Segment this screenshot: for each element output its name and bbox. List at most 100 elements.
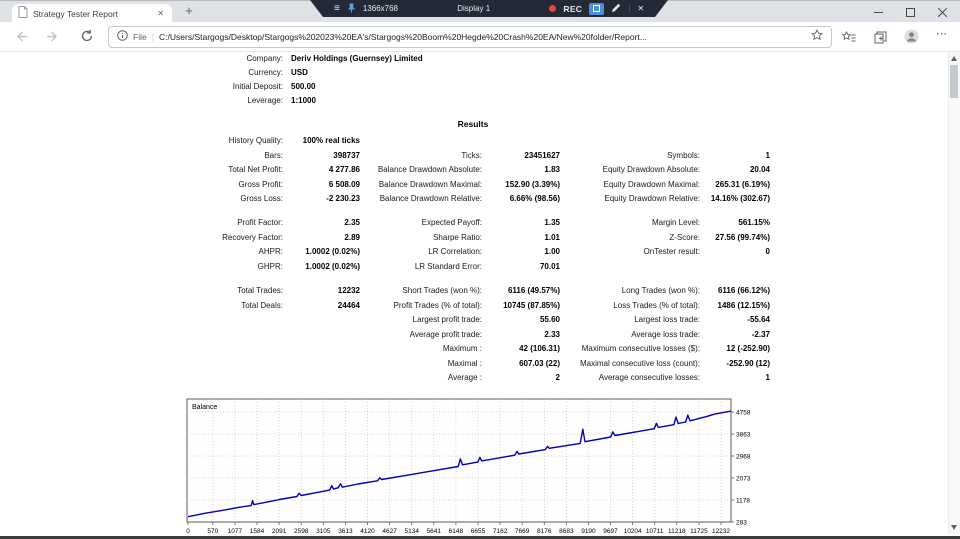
stat-value: 100% real ticks <box>302 136 360 145</box>
bookmark-star-icon[interactable] <box>811 28 823 46</box>
stat-label: LR Standard Error: <box>414 261 482 271</box>
svg-text:8683: 8683 <box>559 528 574 535</box>
stat-value: 1.83 <box>544 165 560 174</box>
stat-value: -2.37 <box>751 329 770 339</box>
stat-value: 6 508.09 <box>328 179 360 189</box>
svg-text:2598: 2598 <box>294 528 309 535</box>
stat-label: Ticks: <box>461 150 482 160</box>
stat-value: 6116 (66.12%) <box>717 286 770 295</box>
stat-label: Maximum consecutive losses ($): <box>581 344 700 353</box>
favorites-bar-icon[interactable] <box>841 30 856 49</box>
browser-toolbar: File | C:/Users/Stargogs/Desktop/Stargog… <box>0 22 960 52</box>
stat-label: Maximal consecutive loss (count): <box>579 358 700 368</box>
svg-text:7669: 7669 <box>515 528 530 535</box>
header-value: 1:1000 <box>291 96 316 105</box>
window-controls <box>862 1 958 23</box>
svg-text:2073: 2073 <box>736 475 751 482</box>
stat-label: Average : <box>447 373 482 382</box>
stat-label: Z-Score: <box>669 232 700 242</box>
svg-text:1178: 1178 <box>736 497 750 504</box>
screen-recorder-toolbar: ≡ 1366x768 Display 1 REC | ✕ <box>310 0 668 17</box>
recorder-separator: | <box>628 4 631 13</box>
svg-text:3105: 3105 <box>316 528 331 535</box>
recorder-resolution: 1366x768 <box>362 4 398 13</box>
stat-label: Total Trades: <box>237 286 283 295</box>
svg-text:2091: 2091 <box>272 528 287 535</box>
svg-text:5134: 5134 <box>404 528 419 535</box>
stat-value: 607.03 (22) <box>519 358 560 368</box>
scrollbar-up-icon[interactable] <box>951 56 957 61</box>
stat-label: Symbols: <box>667 150 700 160</box>
results-title: Results <box>457 119 489 129</box>
recorder-edit-icon[interactable] <box>611 3 621 15</box>
stat-value: -55.64 <box>747 315 770 324</box>
recorder-display-label: Display 1 <box>457 4 491 13</box>
svg-text:8176: 8176 <box>537 528 552 535</box>
svg-text:12232: 12232 <box>712 528 730 535</box>
svg-text:283: 283 <box>736 519 747 526</box>
header-label: Initial Deposit: <box>232 82 283 91</box>
svg-text:6655: 6655 <box>471 528 486 535</box>
profile-avatar-icon[interactable] <box>904 29 919 49</box>
recorder-stop-button[interactable] <box>589 3 604 15</box>
stat-label: Largest loss trade: <box>634 315 700 324</box>
stat-label: AHPR: <box>258 247 283 256</box>
stat-value: 2.35 <box>344 218 360 227</box>
stat-value: 42 (106.31) <box>519 344 560 353</box>
svg-text:3613: 3613 <box>338 528 353 535</box>
stat-value: 1.0002 (0.02%) <box>305 261 360 271</box>
stat-value: 70.01 <box>539 261 560 271</box>
more-menu-icon[interactable]: ⋯ <box>936 27 947 40</box>
svg-text:11725: 11725 <box>690 528 708 535</box>
stat-value: 2 <box>555 373 560 382</box>
address-bar[interactable]: File | C:/Users/Stargogs/Desktop/Stargog… <box>108 26 832 48</box>
stat-label: Equity Drawdown Relative: <box>604 194 700 203</box>
svg-text:4627: 4627 <box>382 528 397 535</box>
stat-value: 23451627 <box>524 150 560 160</box>
scrollbar-down-icon[interactable] <box>951 525 957 530</box>
stat-label: Largest profit trade: <box>412 315 482 324</box>
back-button[interactable] <box>14 30 28 48</box>
stat-label: Total Net Profit: <box>228 165 283 174</box>
stat-value: 2.33 <box>544 329 560 339</box>
stat-label: Maximum : <box>442 344 482 353</box>
svg-text:4120: 4120 <box>360 528 375 535</box>
window-close-button[interactable] <box>926 1 958 23</box>
stat-label: Gross Loss: <box>240 194 283 203</box>
stat-value: 4 277.86 <box>328 165 360 174</box>
recorder-close-icon[interactable]: ✕ <box>637 4 644 13</box>
stat-label: Recovery Factor: <box>222 232 283 242</box>
browser-window: Strategy Tester Report ✕ + ≡ 1366x768 Di… <box>0 0 960 539</box>
stat-value: 10745 (87.85%) <box>503 300 560 310</box>
stat-value: -252.90 (12) <box>726 358 770 368</box>
svg-text:4758: 4758 <box>736 409 751 416</box>
site-info-icon[interactable] <box>117 28 128 46</box>
forward-button[interactable] <box>46 30 60 48</box>
svg-text:6148: 6148 <box>449 528 464 535</box>
stat-value: 0 <box>765 247 770 256</box>
recorder-menu-icon[interactable]: ≡ <box>334 3 340 14</box>
stat-label: Bars: <box>264 150 283 160</box>
window-maximize-button[interactable] <box>894 1 926 23</box>
stat-label: Average loss trade: <box>631 329 700 339</box>
tab-strategy-tester-report[interactable]: Strategy Tester Report ✕ <box>12 4 172 23</box>
page-favicon-icon <box>18 5 28 23</box>
recording-status: REC <box>563 3 583 14</box>
svg-text:Balance: Balance <box>192 404 217 411</box>
tab-close-icon[interactable]: ✕ <box>155 9 166 18</box>
stat-label: Gross Profit: <box>238 179 283 189</box>
refresh-button[interactable] <box>80 29 94 48</box>
vertical-scrollbar[interactable] <box>948 52 960 534</box>
stat-value: 6.66% (98.56) <box>509 194 560 203</box>
new-tab-button[interactable]: + <box>181 3 197 19</box>
collections-icon[interactable] <box>874 31 887 49</box>
recorder-pin-icon[interactable] <box>347 3 356 15</box>
header-value: Deriv Holdings (Guernsey) Limited <box>291 54 423 63</box>
stat-value: 55.60 <box>539 315 560 324</box>
svg-text:10204: 10204 <box>624 528 642 535</box>
stat-label: Short Trades (won %): <box>402 286 482 295</box>
stat-value: 1.00 <box>544 247 560 256</box>
scrollbar-thumb[interactable] <box>950 65 958 98</box>
url-text[interactable]: C:/Users/Stargogs/Desktop/Stargogs%20202… <box>159 32 806 42</box>
window-minimize-button[interactable] <box>862 1 894 23</box>
